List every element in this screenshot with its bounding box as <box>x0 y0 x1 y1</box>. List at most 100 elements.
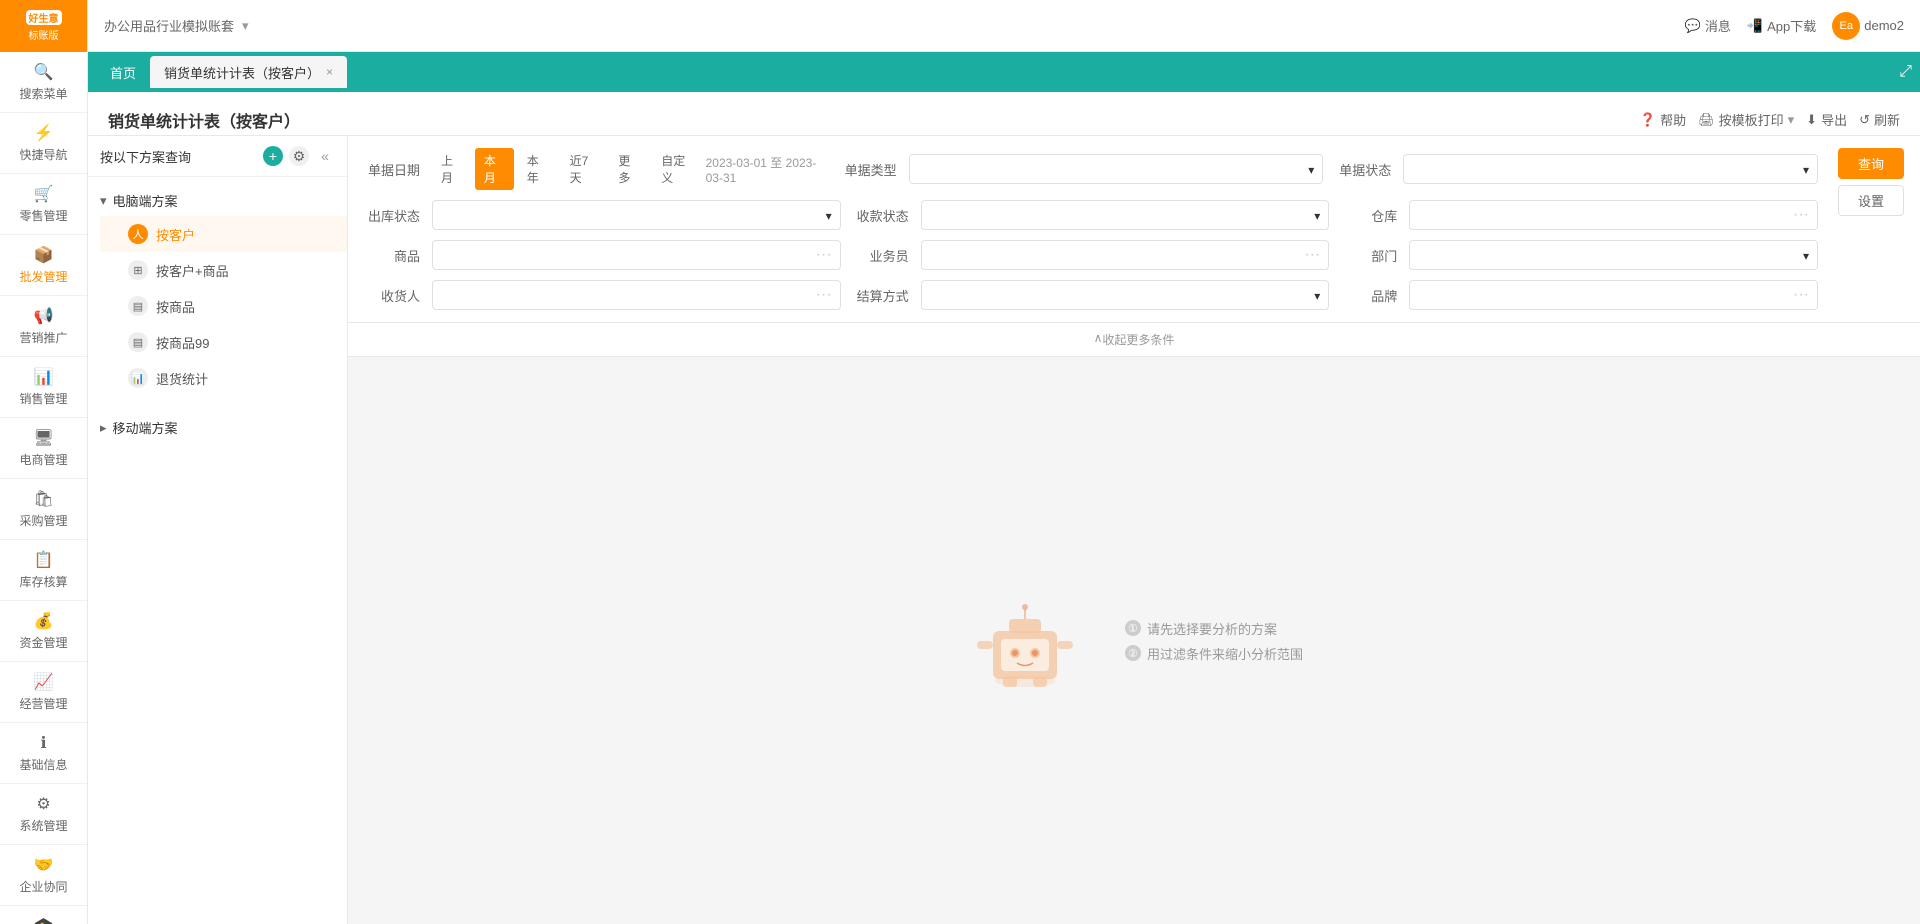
expand-icon[interactable]: ⤢ <box>1899 63 1912 81</box>
tip-num-1: ① <box>1125 620 1141 636</box>
print-icon: 🖨 <box>1698 112 1715 128</box>
print-dropdown-icon[interactable]: ▾ <box>1788 112 1795 128</box>
salesperson-select[interactable]: ··· <box>921 240 1330 270</box>
sidebar-item-newbie[interactable]: 🎓 新手引导 <box>0 906 87 924</box>
date-btn-7days[interactable]: 近7天 <box>561 148 606 190</box>
desktop-section-label: 电脑端方案 <box>113 191 178 210</box>
search-button[interactable]: 查询 <box>1838 148 1904 179</box>
collect-status-chevron <box>1314 208 1320 223</box>
settlement-select[interactable] <box>921 280 1330 310</box>
collect-status-select[interactable] <box>921 200 1330 230</box>
sidebar-item-label: 系统管理 <box>19 817 67 834</box>
message-btn[interactable]: 💬 消息 <box>1685 16 1731 35</box>
collapse-bar[interactable]: ∧ 收起更多条件 <box>348 323 1920 357</box>
out-status-label: 出库状态 <box>364 206 420 225</box>
salesperson-ellipsis[interactable]: ··· <box>1304 246 1320 264</box>
scheme-item-customer[interactable]: 人 按客户 <box>100 216 347 252</box>
sidebar-item-finance[interactable]: 💰 资金管理 <box>0 601 87 662</box>
mobile-section-header[interactable]: 移动端方案 <box>88 412 347 443</box>
settings-button[interactable]: 设置 <box>1838 185 1904 216</box>
refresh-btn[interactable]: ↺ 刷新 <box>1859 110 1900 129</box>
returns-icon: 📊 <box>128 368 148 388</box>
finance-icon: 💰 <box>34 611 54 631</box>
print-btn[interactable]: 🖨 按模板打印 ▾ <box>1698 110 1794 129</box>
search-icon: 🔍 <box>34 62 54 82</box>
settlement-chevron <box>1314 288 1320 303</box>
sidebar-logo: 好生意 标账版 <box>0 0 88 52</box>
scheme-section-mobile: 移动端方案 <box>88 404 347 451</box>
sidebar-item-collab[interactable]: 🤝 企业协同 <box>0 845 87 906</box>
sidebar-item-quicknav[interactable]: ⚡ 快捷导航 <box>0 113 87 174</box>
goods99-icon: ▤ <box>128 332 148 352</box>
filter-row-1: 单据日期 上月 本月 本年 近7天 更多 自定义 2023-03-01 至 20… <box>364 148 1818 190</box>
add-scheme-btn[interactable]: + <box>263 146 283 166</box>
sidebar-item-operations[interactable]: 📈 经营管理 <box>0 662 87 723</box>
user-profile[interactable]: Ea demo2 <box>1832 12 1904 40</box>
tab-sales-stats[interactable]: 销货单统计计表（按客户） × <box>150 56 347 88</box>
sidebar-item-label: 资金管理 <box>19 634 67 651</box>
desktop-section-header[interactable]: 电脑端方案 <box>88 185 347 216</box>
sidebar-item-basic[interactable]: ℹ 基础信息 <box>0 723 87 784</box>
sidebar-item-search[interactable]: 🔍 搜索菜单 <box>0 52 87 113</box>
sidebar-item-label: 库存核算 <box>19 573 67 590</box>
filter-row-2: 出库状态 收款状态 仓库 <box>364 200 1818 230</box>
quicknav-icon: ⚡ <box>34 123 54 143</box>
dept-select[interactable] <box>1409 240 1818 270</box>
export-btn[interactable]: ⬇ 导出 <box>1806 110 1847 129</box>
sidebar-item-inventory[interactable]: 📋 库存核算 <box>0 540 87 601</box>
receiver-ellipsis[interactable]: ··· <box>816 286 832 304</box>
warehouse-label: 仓库 <box>1341 206 1397 225</box>
scheme-item-goods[interactable]: ▤ 按商品 <box>100 288 347 324</box>
warehouse-select[interactable]: ··· <box>1409 200 1818 230</box>
scheme-collapse-btn[interactable]: « <box>315 146 335 166</box>
sidebar-item-purchase[interactable]: 🛍 采购管理 <box>0 479 87 540</box>
out-status-select[interactable] <box>432 200 841 230</box>
goods-ellipsis[interactable]: ··· <box>816 246 832 264</box>
settlement-label: 结算方式 <box>853 286 909 305</box>
desktop-collapse-icon <box>100 193 107 209</box>
empty-tip-1: ① 请先选择要分析的方案 <box>1125 619 1303 638</box>
empty-tip-2: ② 用过滤条件来缩小分析范围 <box>1125 644 1303 663</box>
date-btn-last-month[interactable]: 上月 <box>432 148 471 190</box>
page-actions: ❓ 帮助 🖨 按模板打印 ▾ ⬇ 导出 ↺ 刷新 <box>1640 110 1900 129</box>
top-header: 办公用品行业模拟账套 ▾ 💬 消息 📲 App下载 Ea demo2 <box>88 0 1920 52</box>
brand-select[interactable]: ··· <box>1409 280 1818 310</box>
scheme-item-customer-goods[interactable]: ⊞ 按客户+商品 <box>100 252 347 288</box>
date-btn-this-year[interactable]: 本年 <box>518 148 557 190</box>
goods-select[interactable]: ··· <box>432 240 841 270</box>
receiver-label: 收货人 <box>364 286 420 305</box>
industry-dropdown-icon[interactable]: ▾ <box>242 18 249 34</box>
date-btn-custom[interactable]: 自定义 <box>652 148 701 190</box>
tip-text-1: 请先选择要分析的方案 <box>1147 619 1277 638</box>
sidebar-item-marketing[interactable]: 📢 营销推广 <box>0 296 87 357</box>
sidebar-item-system[interactable]: ⚙ 系统管理 <box>0 784 87 845</box>
app-download-btn[interactable]: 📲 App下载 <box>1747 16 1816 35</box>
date-btn-this-month[interactable]: 本月 <box>475 148 514 190</box>
sidebar-item-wholesale[interactable]: 📦 批发管理 <box>0 235 87 296</box>
scheme-item-returns[interactable]: 📊 退货统计 <box>100 360 347 396</box>
mobile-expand-icon <box>100 420 107 436</box>
sidebar-item-label: 批发管理 <box>19 268 67 285</box>
scheme-item-goods99[interactable]: ▤ 按商品99 <box>100 324 347 360</box>
scheme-settings-btn[interactable]: ⚙ <box>289 146 309 166</box>
sidebar-item-sales[interactable]: 📊 销售管理 <box>0 357 87 418</box>
doc-type-select[interactable] <box>909 154 1324 184</box>
receiver-select[interactable]: ··· <box>432 280 841 310</box>
operations-icon: 📈 <box>34 672 54 692</box>
header-left: 办公用品行业模拟账套 ▾ <box>104 16 249 35</box>
date-btn-more[interactable]: 更多 <box>609 148 648 190</box>
help-btn[interactable]: ❓ 帮助 <box>1640 110 1686 129</box>
sidebar-item-label: 零售管理 <box>19 207 67 224</box>
sidebar-item-label: 经营管理 <box>19 695 67 712</box>
sidebar-item-retail[interactable]: 🛒 零售管理 <box>0 174 87 235</box>
sidebar: 好生意 标账版 🔍 搜索菜单 ⚡ 快捷导航 🛒 零售管理 📦 批发管理 📢 营销… <box>0 0 88 924</box>
brand-ellipsis[interactable]: ··· <box>1793 286 1809 304</box>
tab-close-icon[interactable]: × <box>326 65 333 79</box>
sidebar-item-ecommerce[interactable]: 🖥 电商管理 <box>0 418 87 479</box>
collab-icon: 🤝 <box>34 855 54 875</box>
doc-status-select[interactable] <box>1403 154 1818 184</box>
tab-home[interactable]: 首页 <box>96 56 150 88</box>
warehouse-ellipsis[interactable]: ··· <box>1793 206 1809 224</box>
purchase-icon: 🛍 <box>33 489 53 509</box>
sidebar-item-label: 营销推广 <box>19 329 67 346</box>
